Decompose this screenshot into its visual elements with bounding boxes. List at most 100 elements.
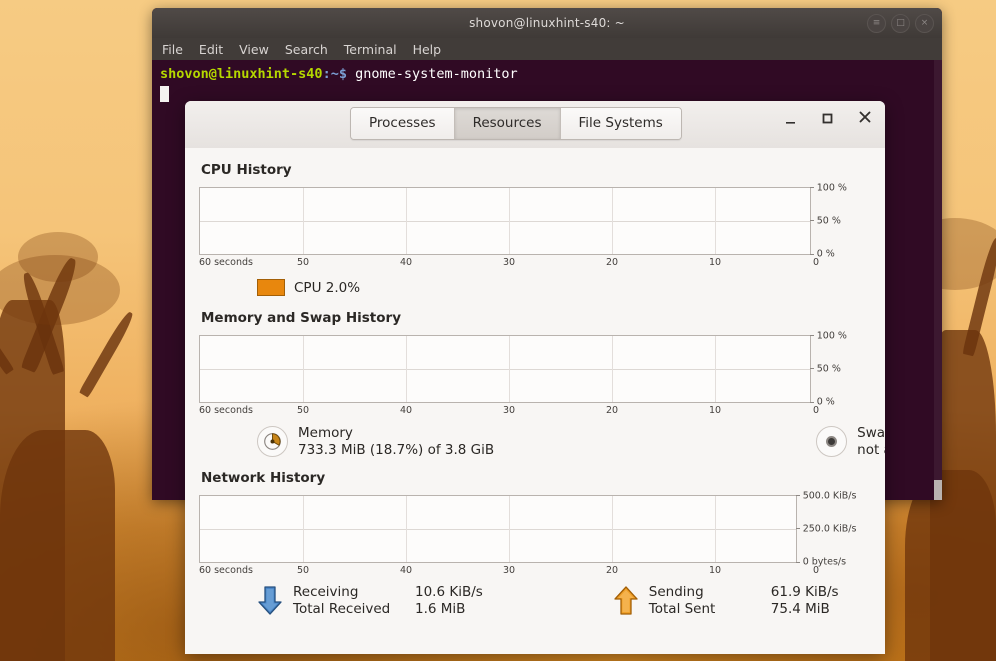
- total-received-label: Total Received: [293, 601, 391, 617]
- receiving-label: Receiving: [293, 584, 359, 600]
- upload-arrow-icon: [614, 585, 638, 615]
- close-button[interactable]: [859, 111, 871, 126]
- window-close-button[interactable]: ×: [915, 14, 934, 33]
- gridline: [715, 188, 716, 254]
- tab-processes[interactable]: Processes: [351, 108, 455, 139]
- gridline: [612, 336, 613, 402]
- network-legend: Receiving 10.6 KiB/s Total Received 1.6 …: [257, 584, 871, 617]
- gridline: [612, 188, 613, 254]
- y-axis-line: [795, 495, 797, 563]
- minimize-icon: [786, 122, 795, 124]
- maximize-icon: [822, 113, 833, 124]
- menu-file[interactable]: File: [162, 42, 183, 57]
- menu-search[interactable]: Search: [285, 42, 328, 57]
- receiving-value: 10.6 KiB/s: [415, 584, 483, 600]
- window-menu-button[interactable]: ≡: [867, 14, 886, 33]
- y-tick: [795, 528, 800, 529]
- gridline: [509, 336, 510, 402]
- x-tick-30: 30: [503, 257, 516, 268]
- tree-trunk-left: [0, 430, 115, 661]
- x-tick-20: 20: [606, 565, 619, 576]
- x-tick-40: 40: [400, 257, 413, 268]
- swap-value: not available: [857, 442, 885, 458]
- sending-stat[interactable]: Sending 61.9 KiB/s Total Sent 75.4 MiB: [613, 584, 839, 617]
- gridline: [200, 529, 796, 530]
- tree-foliage: [18, 232, 98, 282]
- sending-row: Sending 61.9 KiB/s: [649, 584, 839, 600]
- memory-pie-icon: [257, 426, 288, 457]
- gridline: [715, 336, 716, 402]
- tab-resources[interactable]: Resources: [454, 108, 561, 139]
- network-chart-plot-area: [199, 495, 796, 563]
- terminal-scrollbar[interactable]: [934, 60, 942, 500]
- sending-stat-lines: Sending 61.9 KiB/s Total Sent 75.4 MiB: [649, 584, 839, 617]
- x-tick-50: 50: [297, 257, 310, 268]
- tab-bar[interactable]: Processes Resources File Systems: [350, 107, 682, 140]
- terminal-window-buttons: ≡ □ ×: [867, 14, 934, 33]
- menu-terminal[interactable]: Terminal: [344, 42, 397, 57]
- cpu-legend-label: CPU 2.0%: [294, 279, 361, 296]
- receiving-row: Receiving 10.6 KiB/s: [293, 584, 483, 600]
- window-restore-button[interactable]: □: [891, 14, 910, 33]
- maximize-button[interactable]: [822, 113, 833, 124]
- y-axis-label-50: 50 %: [816, 363, 841, 375]
- cpu-history-chart: 100 % 50 % 0 %: [199, 183, 871, 260]
- y-axis-line: [809, 335, 811, 403]
- system-monitor-headerbar[interactable]: Processes Resources File Systems: [185, 101, 885, 149]
- terminal-titlebar[interactable]: shovon@linuxhint-s40: ~ ≡ □ ×: [152, 8, 942, 38]
- network-chart-x-axis: 60 seconds 50 40 30 20 10 0: [199, 563, 819, 579]
- minimize-button[interactable]: [785, 114, 796, 129]
- cpu-chart-x-axis: 60 seconds 50 40 30 20 10 0: [199, 255, 819, 271]
- gridline: [509, 188, 510, 254]
- gridline: [406, 188, 407, 254]
- gridline: [406, 496, 407, 562]
- x-tick-40: 40: [400, 565, 413, 576]
- total-sent-row: Total Sent 75.4 MiB: [649, 601, 839, 617]
- system-monitor-window[interactable]: Processes Resources File Systems CPU His…: [185, 101, 885, 654]
- window-controls: [785, 111, 871, 126]
- y-axis-label-50: 50 %: [816, 215, 841, 227]
- x-tick-10: 10: [709, 565, 722, 576]
- memory-value: 733.3 MiB (18.7%) of 3.8 GiB: [298, 442, 495, 458]
- menu-help[interactable]: Help: [413, 42, 442, 57]
- swap-label: Swap: [857, 425, 885, 441]
- terminal-title: shovon@linuxhint-s40: ~: [469, 16, 625, 30]
- y-axis-label-0: 0 %: [816, 248, 835, 260]
- memory-history-chart: 100 % 50 % 0 %: [199, 331, 871, 408]
- gridline: [200, 369, 810, 370]
- y-tick: [809, 335, 814, 336]
- swap-stat[interactable]: Swap not available: [816, 425, 885, 458]
- tab-file-systems[interactable]: File Systems: [560, 108, 681, 139]
- x-tick-60: 60 seconds: [199, 405, 253, 416]
- memory-swap-legend: Memory 733.3 MiB (18.7%) of 3.8 GiB Swap…: [257, 425, 885, 458]
- x-tick-20: 20: [606, 257, 619, 268]
- terminal-command: [347, 66, 355, 82]
- x-tick-30: 30: [503, 565, 516, 576]
- gridline: [406, 336, 407, 402]
- network-history-chart: 500.0 KiB/s 250.0 KiB/s 0 bytes/s: [199, 491, 871, 568]
- cpu-legend-item[interactable]: CPU 2.0%: [257, 279, 360, 296]
- y-tick: [809, 187, 814, 188]
- y-axis-label-250: 250.0 KiB/s: [802, 523, 857, 535]
- memory-stat[interactable]: Memory 733.3 MiB (18.7%) of 3.8 GiB: [257, 425, 494, 458]
- x-tick-20: 20: [606, 405, 619, 416]
- menu-view[interactable]: View: [239, 42, 269, 57]
- memory-history-title: Memory and Swap History: [201, 310, 401, 326]
- x-tick-50: 50: [297, 405, 310, 416]
- terminal-cursor: [160, 86, 169, 102]
- y-axis-label-100: 100 %: [816, 182, 847, 194]
- sending-label: Sending: [648, 584, 704, 600]
- x-tick-50: 50: [297, 565, 310, 576]
- y-tick: [795, 495, 800, 496]
- x-tick-10: 10: [709, 257, 722, 268]
- receiving-stat[interactable]: Receiving 10.6 KiB/s Total Received 1.6 …: [257, 584, 483, 617]
- total-sent-label: Total Sent: [648, 601, 716, 617]
- x-tick-10: 10: [709, 405, 722, 416]
- swap-pie-icon: [816, 426, 848, 457]
- menu-edit[interactable]: Edit: [199, 42, 223, 57]
- gridline: [303, 496, 304, 562]
- close-icon: [859, 111, 871, 123]
- terminal-scrollbar-thumb[interactable]: [934, 480, 942, 500]
- total-received-row: Total Received 1.6 MiB: [293, 601, 483, 617]
- x-tick-60: 60 seconds: [199, 257, 253, 268]
